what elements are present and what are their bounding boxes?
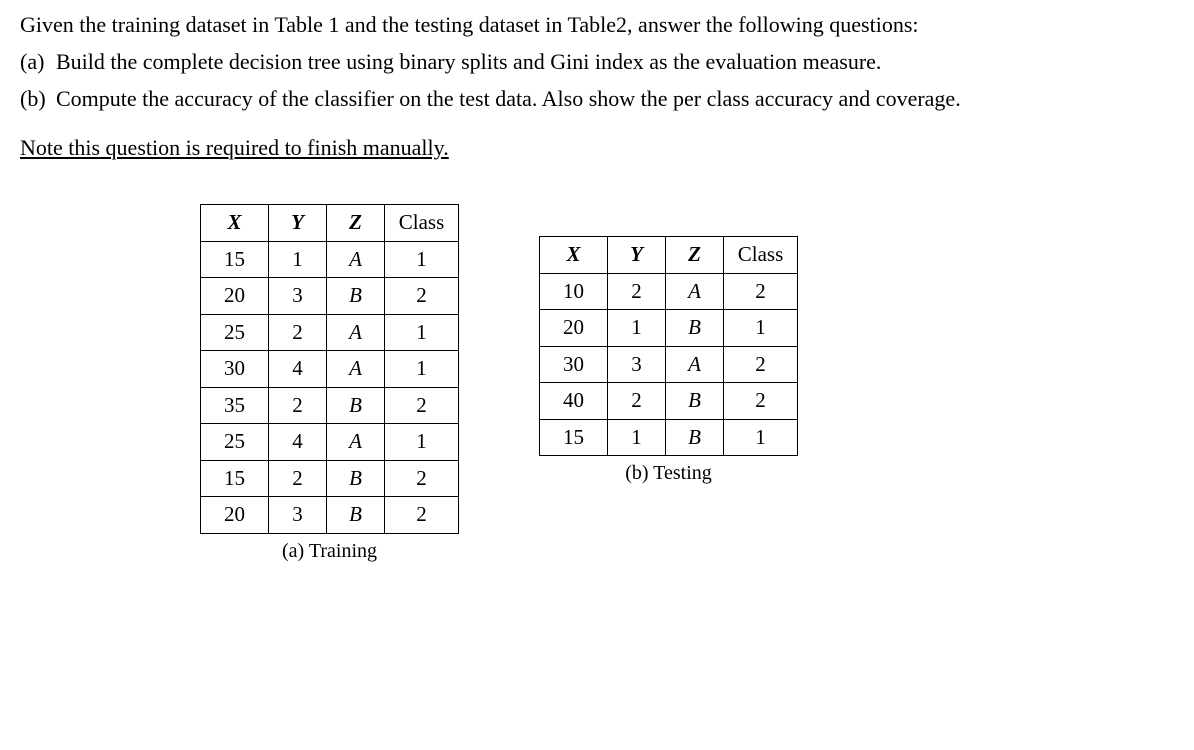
training-cell-z: B bbox=[327, 460, 385, 497]
testing-cell-z: B bbox=[666, 383, 724, 420]
training-cell-x: 25 bbox=[201, 314, 269, 351]
training-header-x: X bbox=[201, 205, 269, 242]
training-cell-z: A bbox=[327, 241, 385, 278]
table-row: 203B2 bbox=[201, 497, 459, 534]
training-table: X Y Z Class 151A1203B2252A1304A1352B2254… bbox=[200, 204, 459, 534]
testing-cell-class: 1 bbox=[724, 310, 798, 347]
training-cell-z: B bbox=[327, 278, 385, 315]
testing-cell-x: 40 bbox=[540, 383, 608, 420]
table-row: 151A1 bbox=[201, 241, 459, 278]
table-row: 303A2 bbox=[540, 346, 798, 383]
training-cell-y: 4 bbox=[269, 424, 327, 461]
testing-header-y: Y bbox=[608, 237, 666, 274]
part-b-label: (b) bbox=[20, 82, 56, 115]
training-cell-y: 2 bbox=[269, 314, 327, 351]
testing-cell-x: 10 bbox=[540, 273, 608, 310]
tables-container: X Y Z Class 151A1203B2252A1304A1352B2254… bbox=[20, 204, 1174, 566]
part-b: (b) Compute the accuracy of the classifi… bbox=[20, 82, 1174, 115]
table-row: 102A2 bbox=[540, 273, 798, 310]
training-cell-class: 2 bbox=[385, 278, 459, 315]
question-intro: Given the training dataset in Table 1 an… bbox=[20, 8, 1174, 41]
training-cell-y: 4 bbox=[269, 351, 327, 388]
training-cell-z: A bbox=[327, 351, 385, 388]
part-b-text: Compute the accuracy of the classifier o… bbox=[56, 82, 1174, 115]
training-cell-y: 2 bbox=[269, 460, 327, 497]
testing-table-block: X Y Z Class 102A2201B1303A2402B2151B1 (b… bbox=[539, 236, 798, 488]
testing-cell-class: 2 bbox=[724, 273, 798, 310]
table-row: 201B1 bbox=[540, 310, 798, 347]
training-cell-x: 20 bbox=[201, 278, 269, 315]
testing-cell-x: 30 bbox=[540, 346, 608, 383]
training-cell-class: 1 bbox=[385, 314, 459, 351]
table-row: 254A1 bbox=[201, 424, 459, 461]
testing-cell-x: 20 bbox=[540, 310, 608, 347]
table-row: 252A1 bbox=[201, 314, 459, 351]
testing-cell-y: 3 bbox=[608, 346, 666, 383]
training-cell-x: 15 bbox=[201, 241, 269, 278]
part-a-text: Build the complete decision tree using b… bbox=[56, 45, 1174, 78]
training-cell-x: 15 bbox=[201, 460, 269, 497]
training-cell-z: B bbox=[327, 497, 385, 534]
testing-cell-x: 15 bbox=[540, 419, 608, 456]
testing-header-class: Class bbox=[724, 237, 798, 274]
training-header-row: X Y Z Class bbox=[201, 205, 459, 242]
testing-cell-z: A bbox=[666, 346, 724, 383]
training-cell-y: 1 bbox=[269, 241, 327, 278]
note-text: Note this question is required to finish… bbox=[20, 131, 1174, 164]
training-cell-x: 30 bbox=[201, 351, 269, 388]
training-cell-x: 20 bbox=[201, 497, 269, 534]
training-cell-class: 1 bbox=[385, 424, 459, 461]
training-cell-z: B bbox=[327, 387, 385, 424]
training-cell-class: 2 bbox=[385, 387, 459, 424]
training-header-y: Y bbox=[269, 205, 327, 242]
testing-cell-z: B bbox=[666, 419, 724, 456]
table-row: 203B2 bbox=[201, 278, 459, 315]
testing-cell-z: A bbox=[666, 273, 724, 310]
training-cell-y: 2 bbox=[269, 387, 327, 424]
part-a: (a) Build the complete decision tree usi… bbox=[20, 45, 1174, 78]
testing-cell-y: 2 bbox=[608, 273, 666, 310]
testing-cell-class: 2 bbox=[724, 383, 798, 420]
part-a-label: (a) bbox=[20, 45, 56, 78]
training-caption: (a) Training bbox=[282, 536, 377, 566]
testing-cell-y: 1 bbox=[608, 419, 666, 456]
table-row: 151B1 bbox=[540, 419, 798, 456]
training-header-class: Class bbox=[385, 205, 459, 242]
training-cell-class: 2 bbox=[385, 497, 459, 534]
testing-header-z: Z bbox=[666, 237, 724, 274]
training-cell-z: A bbox=[327, 314, 385, 351]
training-cell-class: 2 bbox=[385, 460, 459, 497]
testing-table: X Y Z Class 102A2201B1303A2402B2151B1 bbox=[539, 236, 798, 456]
testing-cell-class: 1 bbox=[724, 419, 798, 456]
training-cell-x: 25 bbox=[201, 424, 269, 461]
training-cell-y: 3 bbox=[269, 497, 327, 534]
testing-cell-y: 1 bbox=[608, 310, 666, 347]
testing-header-x: X bbox=[540, 237, 608, 274]
table-row: 304A1 bbox=[201, 351, 459, 388]
testing-cell-class: 2 bbox=[724, 346, 798, 383]
testing-header-row: X Y Z Class bbox=[540, 237, 798, 274]
training-cell-z: A bbox=[327, 424, 385, 461]
table-row: 352B2 bbox=[201, 387, 459, 424]
testing-caption: (b) Testing bbox=[625, 458, 712, 488]
training-cell-class: 1 bbox=[385, 241, 459, 278]
training-cell-class: 1 bbox=[385, 351, 459, 388]
testing-cell-y: 2 bbox=[608, 383, 666, 420]
training-cell-y: 3 bbox=[269, 278, 327, 315]
table-row: 402B2 bbox=[540, 383, 798, 420]
training-table-block: X Y Z Class 151A1203B2252A1304A1352B2254… bbox=[200, 204, 459, 566]
table-row: 152B2 bbox=[201, 460, 459, 497]
training-cell-x: 35 bbox=[201, 387, 269, 424]
testing-cell-z: B bbox=[666, 310, 724, 347]
training-header-z: Z bbox=[327, 205, 385, 242]
